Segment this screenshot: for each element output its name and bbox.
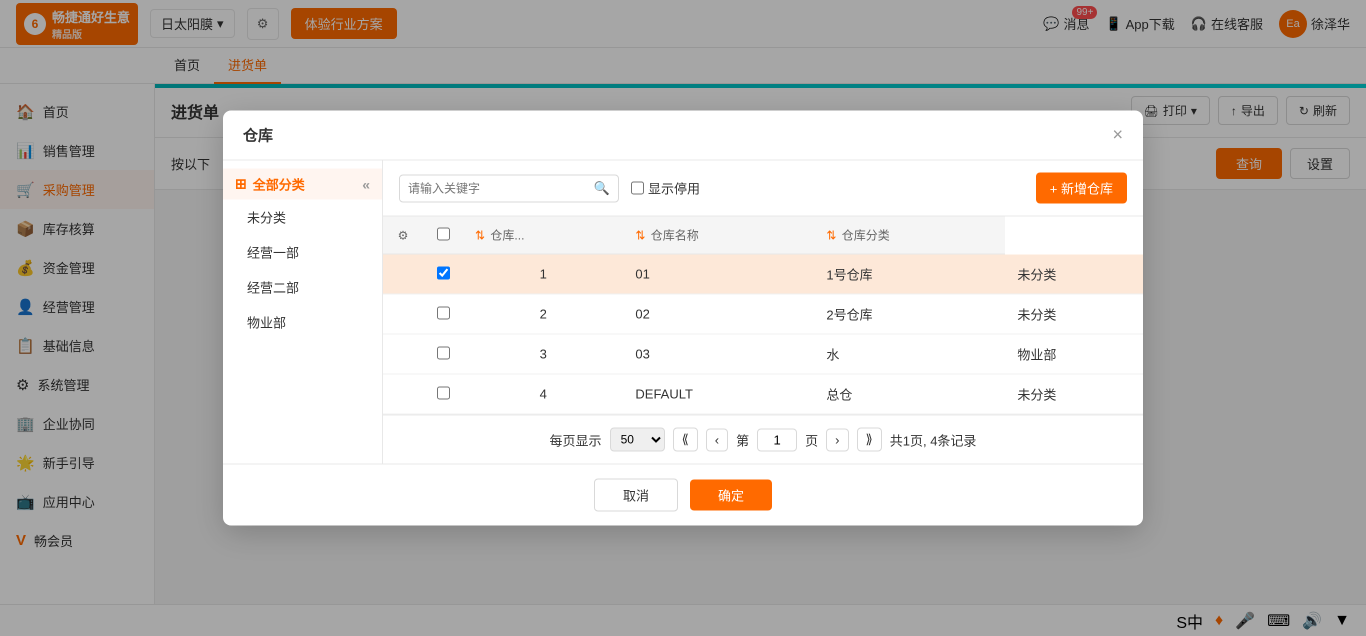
show-disabled-checkbox-label[interactable]: 显示停用 xyxy=(631,179,700,198)
first-page-button[interactable]: ⟪ xyxy=(673,428,698,452)
row-gear xyxy=(383,334,423,374)
row-gear xyxy=(383,294,423,334)
row-name: 1号仓库 xyxy=(814,254,1005,294)
category-sidebar: ⊞ 全部分类 « 未分类 经营一部 经营二部 物业部 xyxy=(223,161,383,464)
row-category: 未分类 xyxy=(1005,254,1143,294)
row-checkbox-cell[interactable] xyxy=(423,374,463,414)
modal-main: 🔍 显示停用 + 新增仓库 ⚙ xyxy=(383,161,1143,464)
confirm-button[interactable]: 确定 xyxy=(690,480,772,511)
row-category: 未分类 xyxy=(1005,294,1143,334)
row-checkbox[interactable] xyxy=(437,386,450,399)
modal-header: 仓库 × xyxy=(223,111,1143,161)
per-page-label: 每页显示 xyxy=(550,430,602,449)
th-checkbox xyxy=(423,217,463,255)
modal-pagination: 每页显示 50 10 20 100 ⟪ ‹ 第 页 › ⟫ 共1页, 4条记录 xyxy=(383,415,1143,464)
last-page-button[interactable]: ⟫ xyxy=(857,428,882,452)
modal-close-button[interactable]: × xyxy=(1112,125,1123,146)
row-name: 水 xyxy=(814,334,1005,374)
row-category: 未分类 xyxy=(1005,374,1143,414)
page-label: 第 xyxy=(736,430,749,449)
modal-title: 仓库 xyxy=(243,125,273,146)
row-index: 4 xyxy=(463,374,623,414)
row-index: 2 xyxy=(463,294,623,334)
row-checkbox[interactable] xyxy=(437,306,450,319)
warehouse-search-input[interactable] xyxy=(400,176,586,200)
table-row[interactable]: 3 03 水 物业部 xyxy=(383,334,1143,374)
next-page-button[interactable]: › xyxy=(826,428,848,451)
select-all-checkbox[interactable] xyxy=(437,227,450,240)
modal-body: ⊞ 全部分类 « 未分类 经营一部 经营二部 物业部 🔍 xyxy=(223,161,1143,464)
row-gear xyxy=(383,254,423,294)
table-row[interactable]: 1 01 1号仓库 未分类 xyxy=(383,254,1143,294)
th-settings: ⚙ xyxy=(383,217,423,255)
row-code: 03 xyxy=(623,334,814,374)
row-name: 总仓 xyxy=(814,374,1005,414)
category-item-property[interactable]: 物业部 xyxy=(223,305,382,340)
page-suffix: 页 xyxy=(805,430,818,449)
row-checkbox[interactable] xyxy=(437,266,450,279)
row-gear xyxy=(383,374,423,414)
per-page-select[interactable]: 50 10 20 100 xyxy=(610,428,665,452)
category-item-dept1[interactable]: 经营一部 xyxy=(223,235,382,270)
gear-icon: ⚙ xyxy=(398,228,409,242)
page-input[interactable] xyxy=(757,428,797,451)
modal-toolbar: 🔍 显示停用 + 新增仓库 xyxy=(383,161,1143,217)
row-checkbox[interactable] xyxy=(437,346,450,359)
cancel-button[interactable]: 取消 xyxy=(594,479,678,512)
th-category: ⇅ 仓库分类 xyxy=(814,217,1005,255)
add-warehouse-button[interactable]: + 新增仓库 xyxy=(1036,173,1127,204)
sort-icon: ⇅ xyxy=(826,229,836,243)
search-box: 🔍 xyxy=(399,174,619,202)
row-checkbox-cell[interactable] xyxy=(423,334,463,374)
grid-icon: ⊞ xyxy=(235,176,247,193)
warehouse-table: ⚙ ⇅ 仓库... ⇅ 仓库名称 xyxy=(383,217,1143,415)
th-code: ⇅ 仓库... xyxy=(463,217,623,255)
row-category: 物业部 xyxy=(1005,334,1143,374)
table-row[interactable]: 4 DEFAULT 总仓 未分类 xyxy=(383,374,1143,414)
row-index: 3 xyxy=(463,334,623,374)
category-item-uncategorized[interactable]: 未分类 xyxy=(223,200,382,235)
collapse-icon[interactable]: « xyxy=(362,176,370,192)
search-icon[interactable]: 🔍 xyxy=(586,175,618,201)
modal-footer: 取消 确定 xyxy=(223,464,1143,526)
row-checkbox-cell[interactable] xyxy=(423,254,463,294)
row-checkbox-cell[interactable] xyxy=(423,294,463,334)
row-code: 02 xyxy=(623,294,814,334)
row-code: DEFAULT xyxy=(623,374,814,414)
row-code: 01 xyxy=(623,254,814,294)
row-index: 1 xyxy=(463,254,623,294)
sort-icon: ⇅ xyxy=(635,229,645,243)
category-all-label: 全部分类 xyxy=(253,175,305,194)
th-name: ⇅ 仓库名称 xyxy=(623,217,814,255)
row-name: 2号仓库 xyxy=(814,294,1005,334)
table-header-row: ⚙ ⇅ 仓库... ⇅ 仓库名称 xyxy=(383,217,1143,255)
prev-page-button[interactable]: ‹ xyxy=(706,428,728,451)
page-total: 共1页, 4条记录 xyxy=(890,430,977,449)
category-all[interactable]: ⊞ 全部分类 « xyxy=(223,169,382,200)
category-item-dept2[interactable]: 经营二部 xyxy=(223,270,382,305)
sort-icon: ⇅ xyxy=(475,229,485,243)
warehouse-modal: 仓库 × ⊞ 全部分类 « 未分类 经营一部 经营二部 物业部 xyxy=(223,111,1143,526)
table-row[interactable]: 2 02 2号仓库 未分类 xyxy=(383,294,1143,334)
show-disabled-checkbox[interactable] xyxy=(631,182,644,195)
